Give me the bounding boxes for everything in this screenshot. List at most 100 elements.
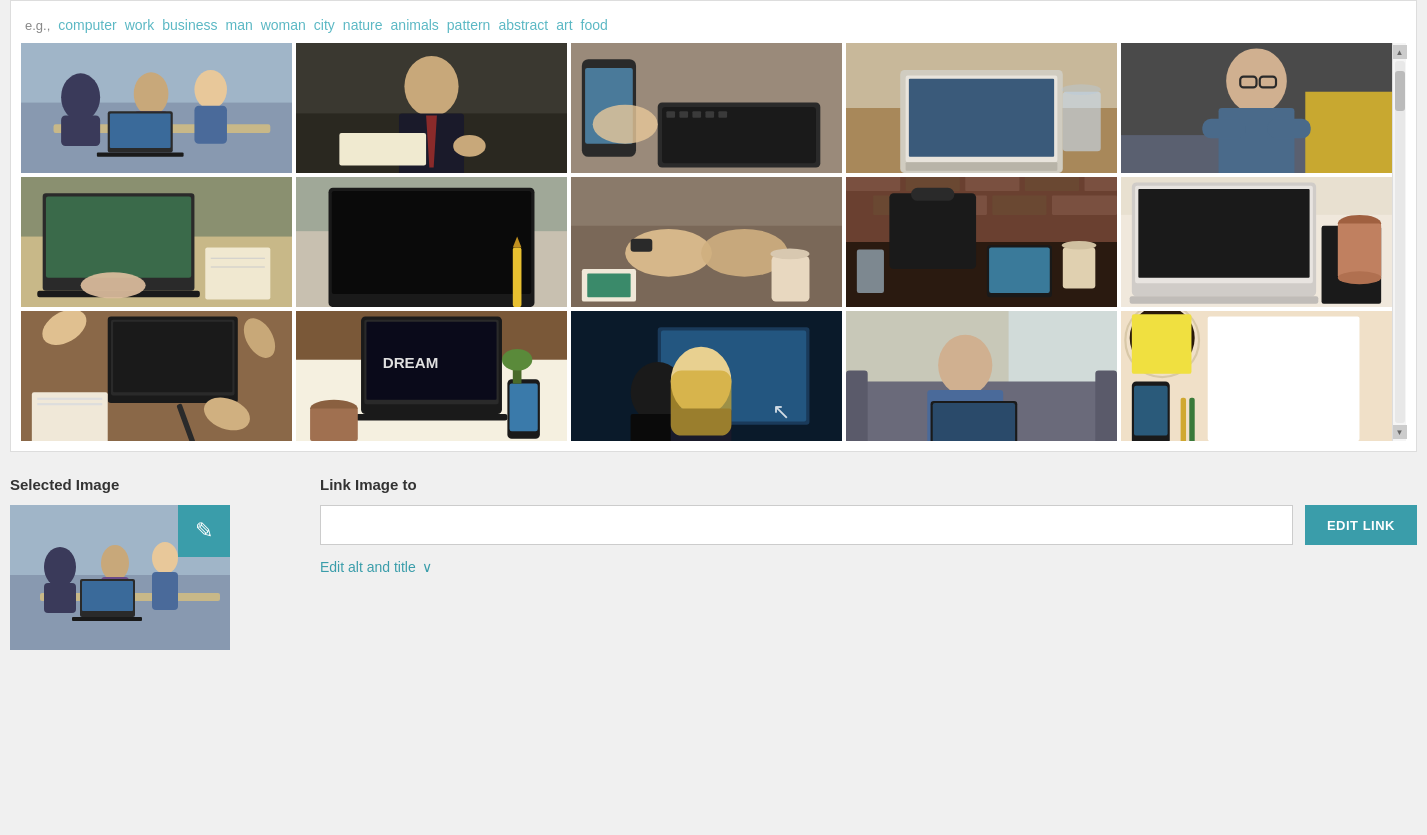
svg-point-161 — [44, 547, 76, 587]
svg-rect-141 — [1095, 371, 1117, 441]
scroll-thumb[interactable] — [1395, 71, 1405, 111]
edit-alt-title-link[interactable]: Edit alt and title — [320, 559, 416, 575]
grid-image-10[interactable] — [1121, 177, 1392, 307]
svg-rect-104 — [113, 322, 232, 392]
scroll-track[interactable] — [1395, 61, 1405, 423]
svg-rect-123 — [310, 409, 358, 441]
scroll-up-arrow[interactable]: ▲ — [1393, 45, 1407, 59]
grid-image-15[interactable] — [1121, 311, 1392, 441]
grid-image-13[interactable]: ↖ — [571, 311, 842, 441]
svg-rect-34 — [906, 162, 1058, 171]
svg-point-165 — [152, 542, 178, 574]
svg-rect-44 — [1267, 119, 1310, 139]
svg-rect-162 — [44, 583, 76, 613]
tag-woman[interactable]: woman — [261, 17, 306, 33]
link-image-to-label: Link Image to — [320, 476, 1417, 493]
svg-rect-140 — [846, 371, 868, 441]
tags-prefix: e.g., — [25, 18, 50, 33]
svg-point-125 — [502, 349, 532, 371]
svg-rect-169 — [72, 617, 142, 621]
tag-animals[interactable]: animals — [391, 17, 439, 33]
tag-city[interactable]: city — [314, 17, 335, 33]
svg-point-37 — [1062, 84, 1101, 95]
svg-point-88 — [1062, 241, 1097, 250]
grid-image-5[interactable] — [1121, 43, 1392, 173]
grid-image-1[interactable] — [21, 43, 292, 173]
svg-rect-98 — [1338, 224, 1381, 278]
svg-point-69 — [770, 249, 809, 260]
svg-rect-25 — [705, 111, 714, 118]
grid-image-4[interactable] — [846, 43, 1117, 173]
edit-link-button[interactable]: EDIT LINK — [1305, 505, 1417, 545]
svg-rect-22 — [666, 111, 675, 118]
grid-image-11[interactable] — [21, 311, 292, 441]
svg-rect-43 — [1202, 119, 1245, 139]
svg-rect-94 — [1130, 296, 1319, 304]
tag-food[interactable]: food — [581, 17, 608, 33]
tag-man[interactable]: man — [225, 17, 252, 33]
svg-rect-35 — [909, 79, 1054, 157]
svg-rect-117 — [356, 414, 508, 421]
svg-rect-73 — [846, 177, 900, 191]
link-row: EDIT LINK — [320, 505, 1417, 545]
svg-rect-50 — [46, 196, 191, 277]
tag-art[interactable]: art — [556, 17, 572, 33]
svg-rect-61 — [513, 247, 522, 307]
gallery-section: e.g., computer work business man woman c… — [10, 0, 1417, 452]
svg-point-7 — [194, 70, 227, 109]
grid-image-9[interactable] — [846, 177, 1117, 307]
tag-work[interactable]: work — [125, 17, 155, 33]
svg-rect-36 — [1063, 92, 1101, 152]
svg-rect-59 — [332, 191, 531, 294]
svg-rect-71 — [587, 273, 630, 297]
tag-computer[interactable]: computer — [58, 17, 116, 33]
image-grid: DREAM — [21, 43, 1392, 441]
svg-point-55 — [81, 272, 146, 298]
scroll-down-arrow[interactable]: ▼ — [1393, 425, 1407, 439]
svg-point-142 — [938, 335, 992, 396]
link-input[interactable] — [320, 505, 1293, 545]
svg-rect-83 — [889, 193, 976, 269]
pencil-icon: ✎ — [195, 518, 213, 544]
svg-point-65 — [625, 229, 712, 277]
svg-rect-148 — [1208, 316, 1360, 441]
tag-abstract[interactable]: abstract — [498, 17, 548, 33]
svg-rect-11 — [97, 152, 184, 156]
selected-image-thumb[interactable]: ✎ — [10, 505, 230, 650]
svg-rect-77 — [1084, 177, 1117, 191]
main-container: e.g., computer work business man woman c… — [0, 0, 1427, 670]
svg-rect-134 — [671, 371, 732, 436]
svg-rect-81 — [1052, 195, 1117, 215]
tag-business[interactable]: business — [162, 17, 217, 33]
svg-rect-4 — [61, 116, 100, 146]
tags-row: e.g., computer work business man woman c… — [21, 11, 1406, 43]
svg-point-3 — [61, 73, 100, 121]
svg-point-99 — [1338, 271, 1381, 284]
tag-pattern[interactable]: pattern — [447, 17, 491, 33]
svg-rect-26 — [718, 111, 727, 118]
edit-image-overlay[interactable]: ✎ — [178, 505, 230, 557]
selected-image-label: Selected Image — [10, 476, 290, 493]
grid-image-7[interactable] — [296, 177, 567, 307]
grid-image-8[interactable] — [571, 177, 842, 307]
svg-rect-42 — [1219, 108, 1295, 173]
svg-rect-95 — [1138, 189, 1309, 278]
selected-image-panel: Selected Image ✎ — [10, 476, 290, 650]
img-inner-1 — [21, 43, 292, 173]
svg-rect-68 — [772, 256, 810, 302]
svg-rect-87 — [1063, 247, 1096, 288]
tag-nature[interactable]: nature — [343, 17, 383, 33]
svg-rect-107 — [37, 403, 102, 405]
grid-image-6[interactable] — [21, 177, 292, 307]
grid-image-12[interactable]: DREAM — [296, 311, 567, 441]
svg-rect-75 — [965, 177, 1019, 191]
link-section: Link Image to EDIT LINK Edit alt and tit… — [320, 476, 1417, 575]
bottom-section: Selected Image ✎ — [0, 452, 1427, 670]
grid-image-3[interactable] — [571, 43, 842, 173]
edit-alt-row: Edit alt and title ∨ — [320, 559, 1417, 575]
grid-image-14[interactable] — [846, 311, 1117, 441]
grid-image-2[interactable] — [296, 43, 567, 173]
svg-rect-154 — [1134, 386, 1168, 436]
svg-rect-86 — [989, 247, 1050, 293]
scrollbar[interactable]: ▲ ▼ — [1392, 43, 1406, 441]
